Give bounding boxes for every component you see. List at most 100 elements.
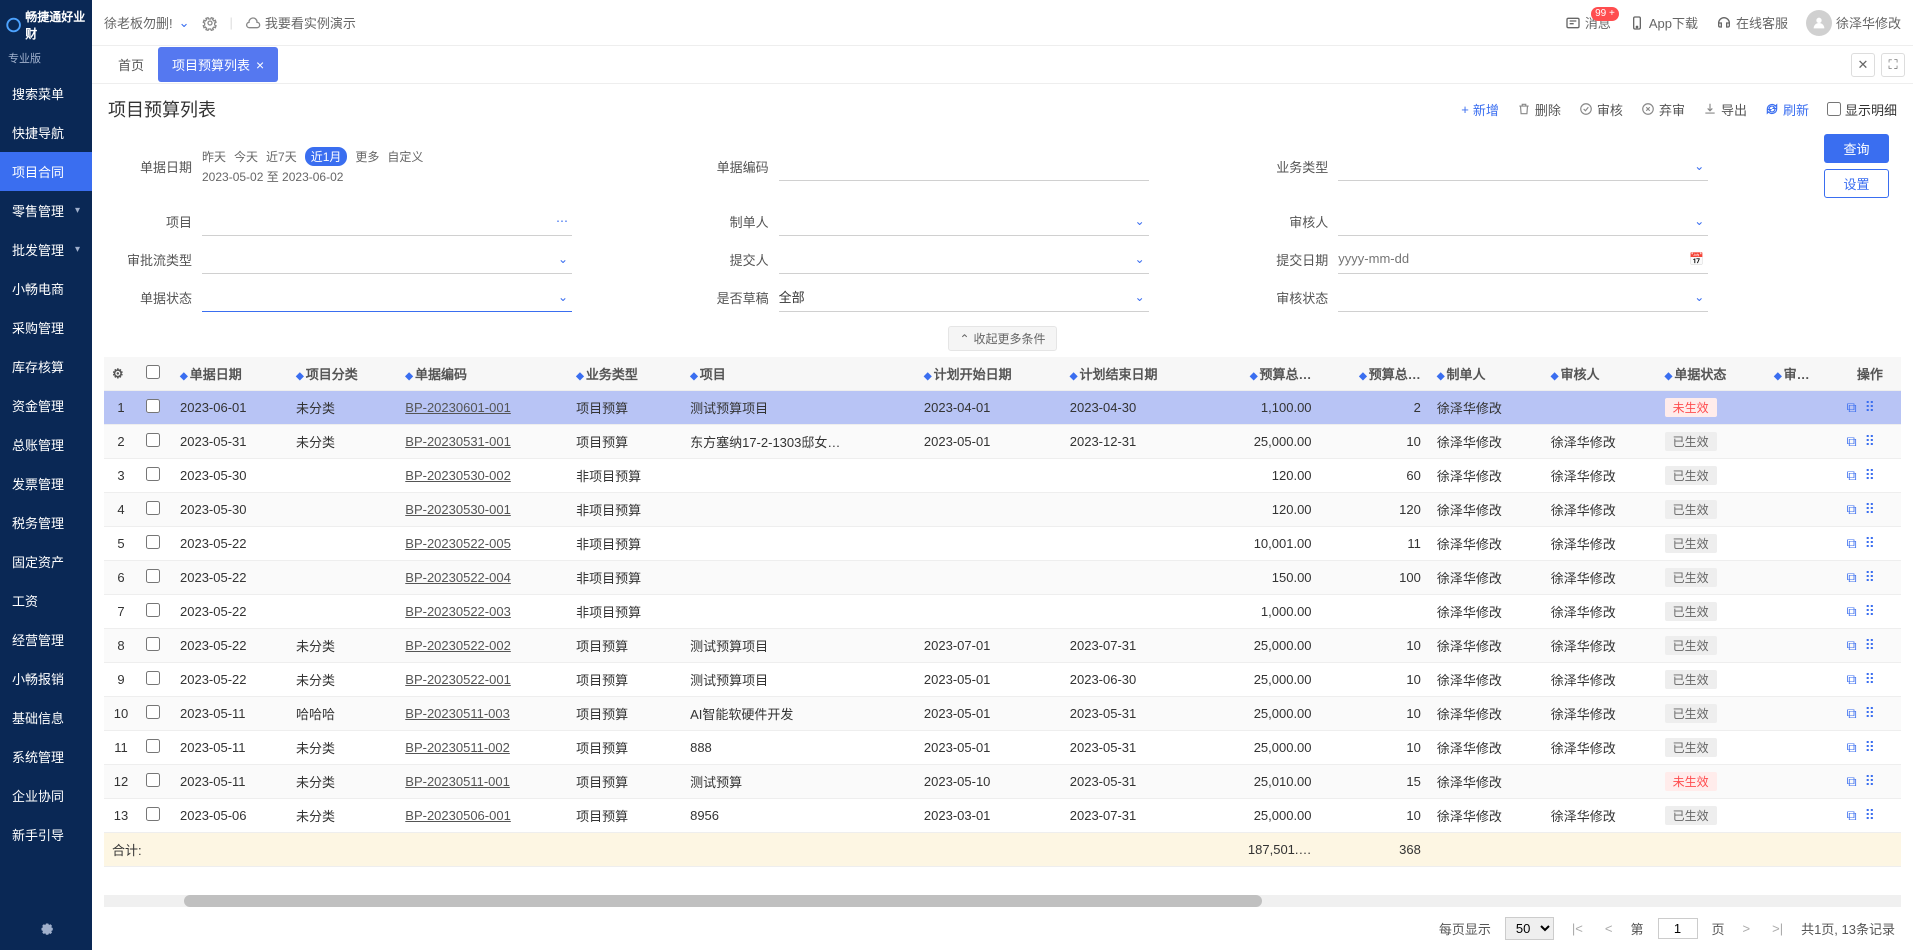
row-checkbox[interactable] [146,535,160,549]
user-menu[interactable]: 徐泽华修改 [1806,10,1901,36]
bill-code-link[interactable]: BP-20230511-003 [405,706,510,721]
sidebar-item[interactable]: 零售管理▾ [0,191,92,230]
more-icon[interactable]: ⠿ [1865,501,1875,518]
qd-yesterday[interactable]: 昨天 [202,148,226,165]
messages-button[interactable]: 消息 99 + [1565,13,1611,32]
page-size-select[interactable]: 50 [1505,917,1554,940]
table-row[interactable]: 42023-05-30BP-20230530-001非项目预算120.00120… [104,493,1901,527]
inp-maker[interactable] [779,206,1149,236]
view-icon[interactable]: ⧉ [1847,535,1857,552]
sidebar-item[interactable]: 小畅报销 [0,659,92,698]
bill-code-link[interactable]: BP-20230530-001 [405,502,511,517]
sidebar-item[interactable]: 搜索菜单 [0,74,92,113]
row-checkbox[interactable] [146,773,160,787]
bill-code-link[interactable]: BP-20230522-005 [405,536,511,551]
export-button[interactable]: 导出 [1703,100,1747,119]
refresh-button[interactable]: 刷新 [1765,100,1809,119]
bill-code-link[interactable]: BP-20230531-001 [405,434,511,449]
sidebar-item[interactable]: 项目合同 [0,152,92,191]
sidebar-item[interactable]: 批发管理▾ [0,230,92,269]
view-icon[interactable]: ⧉ [1847,671,1857,688]
settings-icon[interactable] [202,15,218,31]
more-icon[interactable]: ⠿ [1865,535,1875,552]
bill-code-link[interactable]: BP-20230511-001 [405,774,510,789]
tab-home[interactable]: 首页 [104,47,158,82]
bill-code-link[interactable]: BP-20230522-002 [405,638,511,653]
unaudit-button[interactable]: 弃审 [1641,100,1685,119]
sidebar-item[interactable]: 发票管理 [0,464,92,503]
next-page-button[interactable]: > [1739,921,1755,936]
view-icon[interactable]: ⧉ [1847,433,1857,450]
more-icon[interactable]: ⠿ [1865,433,1875,450]
delete-button[interactable]: 删除 [1517,100,1561,119]
demo-link[interactable]: 我要看实例演示 [245,13,356,32]
sidebar-item[interactable]: 采购管理 [0,308,92,347]
inp-flow-type[interactable] [202,244,572,274]
inp-auditor[interactable] [1338,206,1708,236]
more-icon[interactable]: ⠿ [1865,671,1875,688]
table-row[interactable]: 72023-05-22BP-20230522-003非项目预算1,000.00徐… [104,595,1901,629]
table-row[interactable]: 132023-05-06未分类BP-20230506-001项目预算895620… [104,799,1901,833]
sidebar-item[interactable]: 总账管理 [0,425,92,464]
view-icon[interactable]: ⧉ [1847,637,1857,654]
org-selector[interactable]: 徐老板勿删! ⌄ [104,13,190,32]
tab-fullscreen[interactable]: ⛶ [1881,53,1905,77]
qd-1m[interactable]: 近1月 [305,147,348,166]
bill-code-link[interactable]: BP-20230506-001 [405,808,511,823]
app-download-button[interactable]: App下载 [1629,13,1698,32]
more-icon[interactable]: ⠿ [1865,569,1875,586]
view-icon[interactable]: ⧉ [1847,603,1857,620]
sidebar-item[interactable]: 税务管理 [0,503,92,542]
qd-custom[interactable]: 自定义 [387,148,423,165]
view-icon[interactable]: ⧉ [1847,501,1857,518]
bill-code-link[interactable]: BP-20230522-001 [405,672,511,687]
page-number-input[interactable] [1658,918,1698,939]
query-button[interactable]: 查询 [1824,134,1889,163]
audit-button[interactable]: 审核 [1579,100,1623,119]
view-icon[interactable]: ⧉ [1847,399,1857,416]
inp-bill-status[interactable] [202,282,572,312]
view-icon[interactable]: ⧉ [1847,773,1857,790]
last-page-button[interactable]: >| [1768,921,1787,936]
select-all-checkbox[interactable] [146,365,160,379]
more-icon[interactable]: ⠿ [1865,739,1875,756]
sidebar-item[interactable]: 经营管理 [0,620,92,659]
row-checkbox[interactable] [146,705,160,719]
table-row[interactable]: 82023-05-22未分类BP-20230522-002项目预算测试预算项目2… [104,629,1901,663]
qd-today[interactable]: 今天 [234,148,258,165]
close-icon[interactable]: × [256,58,264,72]
table-settings-icon[interactable]: ⚙ [112,366,124,381]
sidebar-item[interactable]: 固定资产 [0,542,92,581]
sidebar-item[interactable]: 新手引导 [0,815,92,854]
table-row[interactable]: 92023-05-22未分类BP-20230522-001项目预算测试预算项目2… [104,663,1901,697]
table-row[interactable]: 62023-05-22BP-20230522-004非项目预算150.00100… [104,561,1901,595]
qd-7d[interactable]: 近7天 [266,148,297,165]
sidebar-item[interactable]: 基础信息 [0,698,92,737]
table-row[interactable]: 12023-06-01未分类BP-20230601-001项目预算测试预算项目2… [104,391,1901,425]
view-icon[interactable]: ⧉ [1847,739,1857,756]
bill-code-link[interactable]: BP-20230530-002 [405,468,511,483]
inp-biz-type[interactable] [1338,151,1708,181]
row-checkbox[interactable] [146,433,160,447]
sidebar-item[interactable]: 系统管理 [0,737,92,776]
row-checkbox[interactable] [146,807,160,821]
sidebar-settings[interactable] [0,909,92,950]
table-row[interactable]: 122023-05-11未分类BP-20230511-001项目预算测试预算20… [104,765,1901,799]
tab-close-all[interactable]: ✕ [1851,53,1875,77]
sidebar-item[interactable]: 工资 [0,581,92,620]
customer-service-button[interactable]: 在线客服 [1716,13,1788,32]
row-checkbox[interactable] [146,501,160,515]
inp-audit-status[interactable] [1338,282,1708,312]
more-icon[interactable]: ⠿ [1865,705,1875,722]
add-button[interactable]: +新增 [1461,100,1499,119]
horizontal-scrollbar[interactable] [104,895,1901,907]
settings-button[interactable]: 设置 [1824,169,1889,198]
more-icon[interactable]: ⠿ [1865,637,1875,654]
more-icon[interactable]: ⠿ [1865,807,1875,824]
row-checkbox[interactable] [146,569,160,583]
table-row[interactable]: 22023-05-31未分类BP-20230531-001项目预算东方塞纳17-… [104,425,1901,459]
bill-code-link[interactable]: BP-20230522-003 [405,604,511,619]
more-icon[interactable]: ⠿ [1865,399,1875,416]
qd-more[interactable]: 更多 [355,148,379,165]
show-detail-toggle[interactable]: 显示明细 [1827,100,1897,119]
